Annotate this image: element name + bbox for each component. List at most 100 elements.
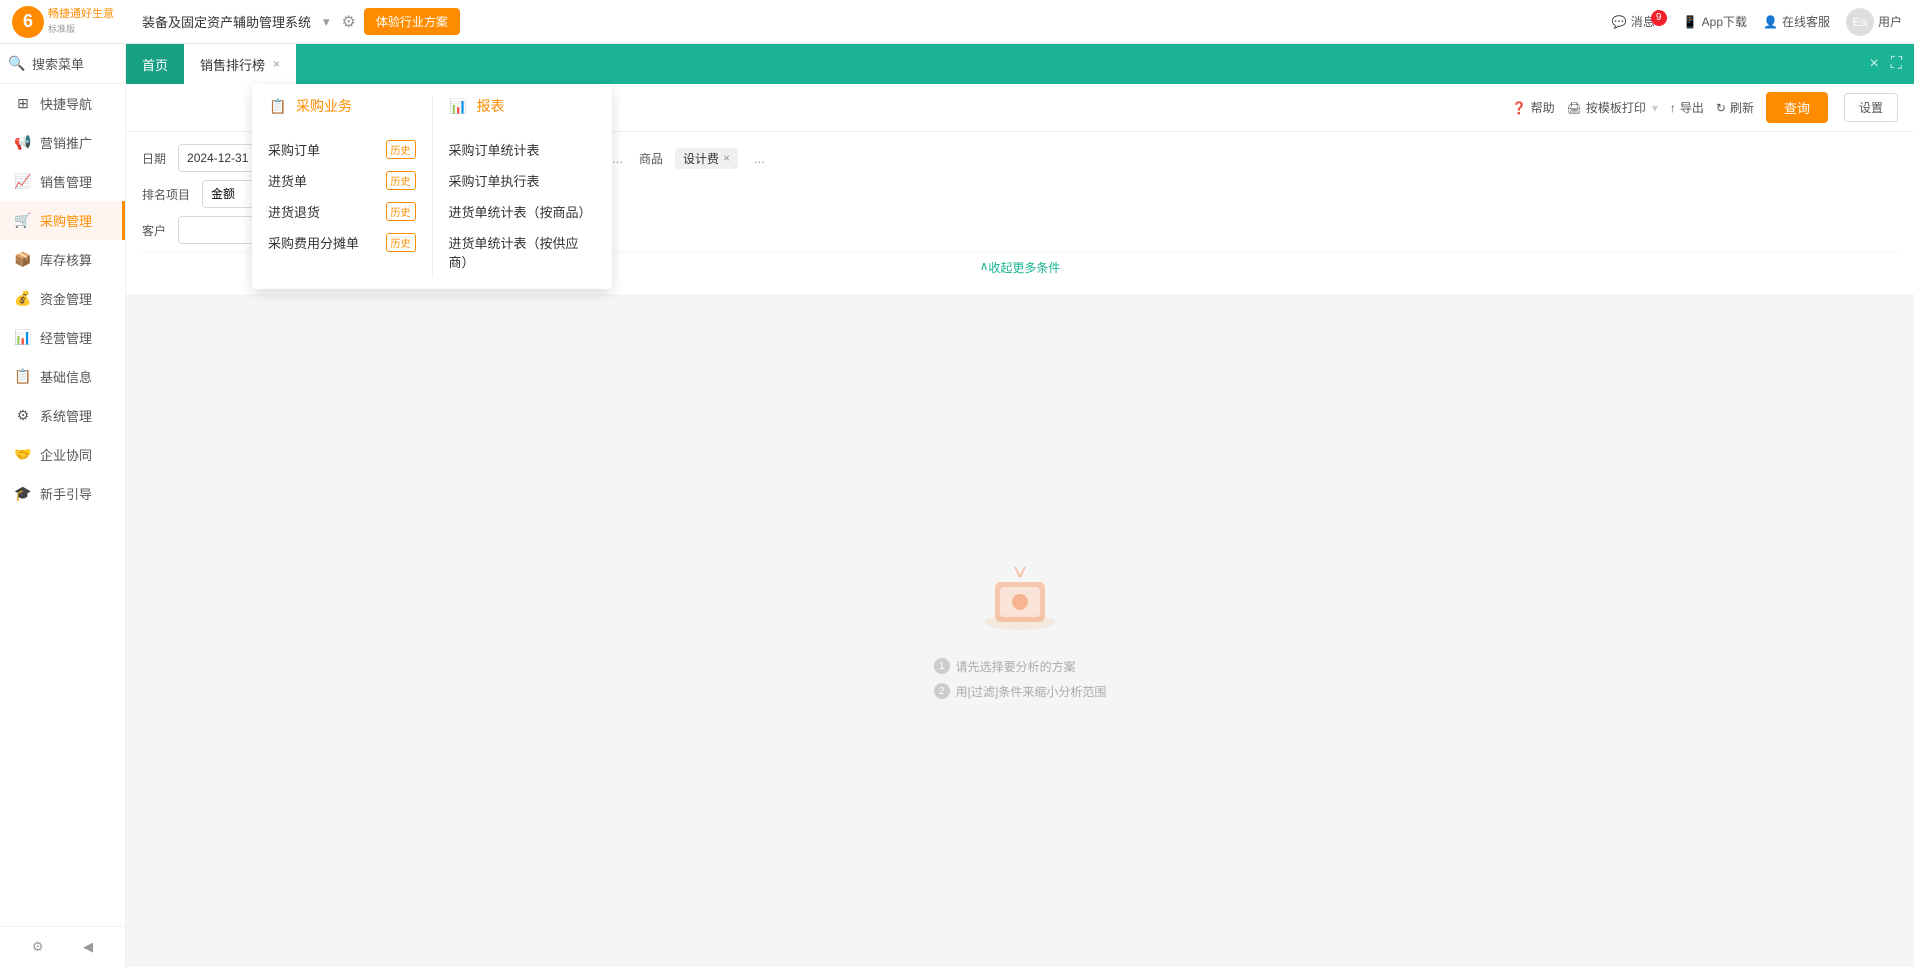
- sidebar-item-marketing[interactable]: 📢 营销推广: [0, 123, 125, 162]
- top-bar: 6 畅捷通好生意 标准版 装备及固定资产辅助管理系统 ▾ ⚙ 体验行业方案 💬 …: [0, 0, 1914, 44]
- sidebar-item-search[interactable]: 🔍 搜索菜单: [0, 44, 125, 84]
- sidebar-item-inventory[interactable]: 📦 库存核算: [0, 240, 125, 279]
- avatar: Ea: [1846, 8, 1874, 36]
- purchase-section-title: 📋 采购业务: [268, 96, 416, 122]
- online-service-btn[interactable]: 👤 在线客服: [1763, 13, 1830, 30]
- sidebar-item-basic-info[interactable]: 📋 基础信息: [0, 357, 125, 396]
- sidebar-item-cooperation[interactable]: 🤝 企业协同: [0, 435, 125, 474]
- inventory-icon: 📦: [14, 251, 32, 269]
- sidebar-item-sales[interactable]: 📈 销售管理: [0, 162, 125, 201]
- menu-item-po-exec[interactable]: 采购订单执行表: [449, 165, 597, 196]
- menu-item-po-history[interactable]: 历史: [386, 140, 416, 159]
- menu-item-expense-label: 采购费用分摊单: [268, 233, 380, 252]
- message-btn[interactable]: 💬 消息 9: [1612, 13, 1667, 30]
- sidebar-item-quick-nav[interactable]: ⊞ 快捷导航: [0, 84, 125, 123]
- sidebar-item-system[interactable]: ⚙ 系统管理: [0, 396, 125, 435]
- sales-icon: 📈: [14, 173, 32, 191]
- tab-fullscreen-icon[interactable]: ⛶: [1887, 51, 1906, 77]
- menu-item-po[interactable]: 采购订单 历史: [268, 134, 416, 165]
- goods-tag-value: 设计费: [683, 150, 719, 167]
- nav-dropdown-arrow[interactable]: ▾: [323, 14, 330, 30]
- help-label: 帮助: [1531, 99, 1555, 116]
- tab-close-icon[interactable]: ×: [273, 57, 280, 71]
- top-nav: 装备及固定资产辅助管理系统 ▾ ⚙ 体验行业方案: [138, 8, 1612, 35]
- basic-info-label: 基础信息: [40, 367, 92, 386]
- menu-item-po-stat-label: 采购订单统计表: [449, 140, 597, 159]
- menu-item-receipt-label: 进货单: [268, 171, 380, 190]
- phone-icon: 📱: [1683, 15, 1698, 29]
- refresh-btn[interactable]: ↻ 刷新: [1716, 99, 1754, 116]
- quick-nav-label: 快捷导航: [40, 94, 92, 113]
- guide-label: 新手引导: [40, 484, 92, 503]
- main-body: 🔍 搜索菜单 ⊞ 快捷导航 📢 营销推广 📈 销售管理 🛒 采购管理 📦: [0, 44, 1914, 967]
- sidebar-item-guide[interactable]: 🎓 新手引导: [0, 474, 125, 513]
- rank-label: 排名项目: [142, 186, 190, 203]
- refresh-label: 刷新: [1730, 99, 1754, 116]
- app-container: 6 畅捷通好生意 标准版 装备及固定资产辅助管理系统 ▾ ⚙ 体验行业方案 💬 …: [0, 0, 1914, 967]
- tip-text-1: 请先选择要分析的方案: [956, 658, 1076, 675]
- settings-button[interactable]: 设置: [1844, 93, 1898, 122]
- menu-item-expense-history[interactable]: 历史: [386, 233, 416, 252]
- sidebar-collapse-icon[interactable]: ◀: [83, 939, 93, 955]
- logo-line1: 畅捷通好生意: [48, 8, 114, 21]
- report-section-label: 报表: [477, 96, 505, 116]
- tip-text-2: 用[过滤]条件来缩小分析范围: [956, 683, 1107, 700]
- purchase-section-label: 采购业务: [296, 96, 352, 116]
- basic-info-icon: 📋: [14, 368, 32, 386]
- dropdown-overlay: 📋 采购业务 采购订单 历史 进货单 历史 进货退货: [252, 84, 612, 289]
- empty-illustration: [970, 562, 1070, 642]
- menu-item-receipt-stat-supplier-label: 进货单统计表（按供应商）: [449, 233, 597, 271]
- operations-icon: 📊: [14, 329, 32, 347]
- industry-btn[interactable]: 体验行业方案: [364, 8, 460, 35]
- query-button[interactable]: 查询: [1766, 92, 1828, 123]
- settings-icon[interactable]: ⚙: [342, 12, 356, 32]
- tip-num-2: 2: [934, 683, 950, 699]
- system-label: 系统管理: [40, 406, 92, 425]
- online-service-label: 在线客服: [1782, 13, 1830, 30]
- headset-icon: 👤: [1763, 15, 1778, 29]
- empty-tip-2: 2 用[过滤]条件来缩小分析范围: [934, 683, 1107, 700]
- system-title: 装备及固定资产辅助管理系统: [142, 12, 311, 31]
- sidebar-settings-icon[interactable]: ⚙: [32, 939, 44, 955]
- menu-item-return[interactable]: 进货退货 历史: [268, 196, 416, 227]
- collapse-icon: ∧: [980, 259, 989, 276]
- message-badge: 9: [1651, 10, 1667, 26]
- goods-dots[interactable]: ...: [750, 151, 769, 166]
- print-btn[interactable]: 🖨 按模板打印 ▾: [1567, 99, 1658, 116]
- help-icon: ❓: [1512, 101, 1527, 115]
- user-label: 用户: [1878, 13, 1902, 30]
- menu-item-receipt-stat-goods[interactable]: 进货单统计表（按商品）: [449, 196, 597, 227]
- app-download-btn[interactable]: 📱 App下载: [1683, 13, 1747, 30]
- menu-item-receipt-stat-supplier[interactable]: 进货单统计表（按供应商）: [449, 227, 597, 277]
- logo-icon: 6: [12, 6, 44, 38]
- menu-item-expense[interactable]: 采购费用分摊单 历史: [268, 227, 416, 258]
- sidebar-item-operations[interactable]: 📊 经营管理: [0, 318, 125, 357]
- grid-icon: ⊞: [14, 95, 32, 113]
- report-section: 📊 报表 采购订单统计表 采购订单执行表 进货单统计表（按商品）: [432, 96, 613, 277]
- help-btn[interactable]: ❓ 帮助: [1512, 99, 1555, 116]
- export-label: 导出: [1680, 99, 1704, 116]
- marketing-label: 营销推广: [40, 133, 92, 152]
- menu-item-receipt-history[interactable]: 历史: [386, 171, 416, 190]
- menu-item-po-exec-label: 采购订单执行表: [449, 171, 597, 190]
- export-btn[interactable]: ↑ 导出: [1670, 99, 1704, 116]
- tab-close-all-icon[interactable]: ×: [1865, 51, 1882, 77]
- menu-item-receipt[interactable]: 进货单 历史: [268, 165, 416, 196]
- refresh-icon: ↻: [1716, 101, 1726, 115]
- inventory-label: 库存核算: [40, 250, 92, 269]
- sidebar-item-purchase[interactable]: 🛒 采购管理: [0, 201, 125, 240]
- menu-item-po-stat[interactable]: 采购订单统计表: [449, 134, 597, 165]
- menu-item-receipt-stat-goods-label: 进货单统计表（按商品）: [449, 202, 597, 221]
- tab-sales-rank[interactable]: 销售排行榜 ×: [184, 44, 296, 84]
- empty-tips: 1 请先选择要分析的方案 2 用[过滤]条件来缩小分析范围: [934, 658, 1107, 700]
- user-btn[interactable]: Ea 用户: [1846, 8, 1902, 36]
- sales-label: 销售管理: [40, 172, 92, 191]
- logo-badge: 标准版: [48, 22, 114, 35]
- menu-item-return-history[interactable]: 历史: [386, 202, 416, 221]
- logo-text: 畅捷通好生意 标准版: [48, 8, 114, 34]
- goods-tag-close[interactable]: ×: [723, 151, 730, 165]
- tab-home[interactable]: 首页: [126, 44, 184, 84]
- purchase-icon: 🛒: [14, 212, 32, 230]
- sidebar-item-finance[interactable]: 💰 资金管理: [0, 279, 125, 318]
- top-right: 💬 消息 9 📱 App下载 👤 在线客服 Ea 用户: [1612, 8, 1902, 36]
